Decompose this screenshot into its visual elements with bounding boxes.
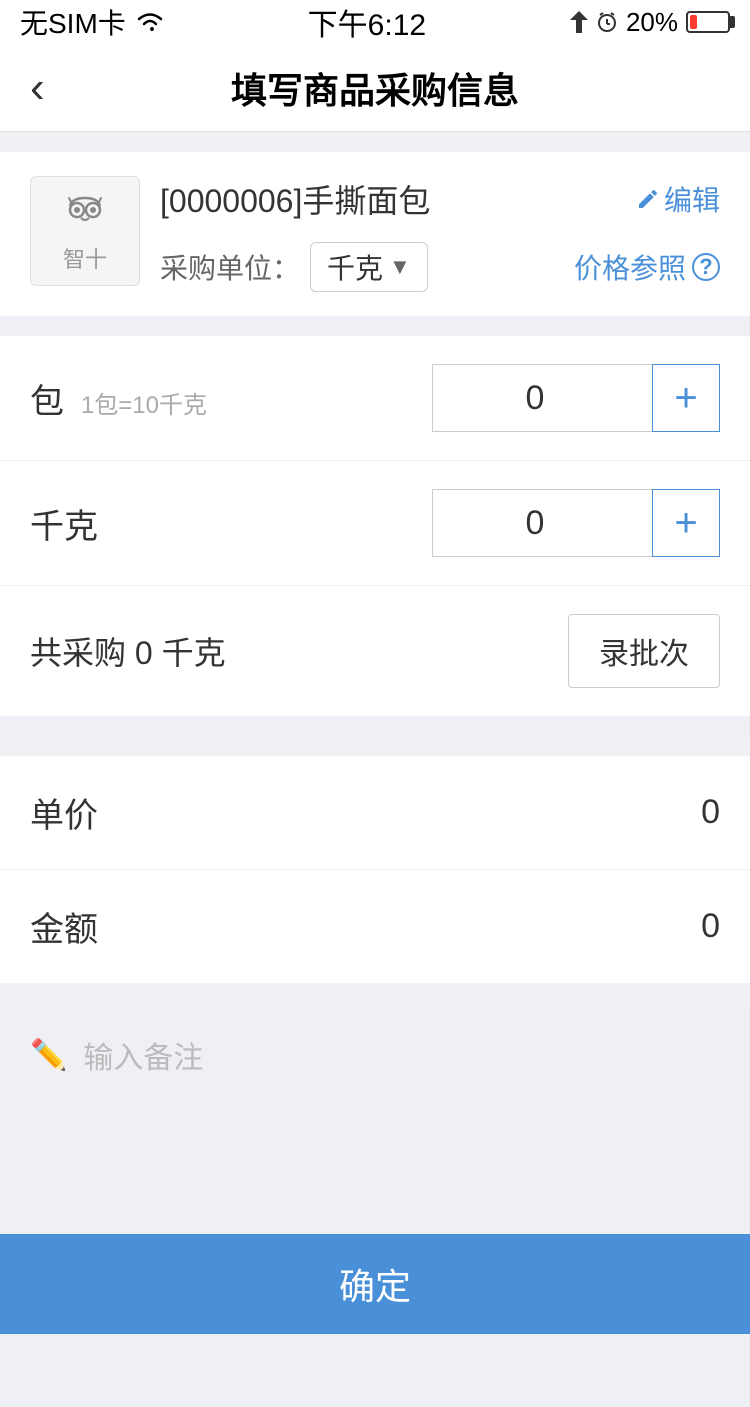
unit-price-row: 单价 0	[0, 756, 750, 870]
record-batch-button[interactable]: 录批次	[568, 614, 720, 688]
nav-bar: ‹ 填写商品采购信息	[0, 44, 750, 132]
thumb-brand: 智十	[63, 242, 107, 274]
unit-label: 采购单位：	[160, 247, 300, 287]
content: 智十 [0000006]手撕面包 编辑 采购单位： 千克 ▼	[0, 152, 750, 1407]
product-unit-row: 采购单位： 千克 ▼ 价格参照 ?	[160, 242, 720, 292]
status-left: 无SIM卡	[20, 2, 164, 42]
summary-text: 共采购 0 千克	[30, 628, 226, 674]
help-icon: ?	[692, 253, 720, 281]
owl-logo	[60, 188, 110, 238]
price-reference-button[interactable]: 价格参照 ?	[574, 247, 720, 287]
unit-select-button[interactable]: 千克 ▼	[310, 242, 428, 292]
page-title: 填写商品采购信息	[231, 62, 519, 114]
input-section: 包 1包=10千克 + 千克 +	[0, 336, 750, 586]
amount-row: 金额 0	[0, 870, 750, 983]
product-info: [0000006]手撕面包 编辑 采购单位： 千克 ▼ 价格	[160, 176, 720, 292]
dropdown-arrow-icon: ▼	[389, 254, 411, 280]
bag-sublabel: 1包=10千克	[81, 392, 207, 419]
edit-button[interactable]: 编辑	[636, 179, 720, 219]
kg-label: 千克	[30, 499, 98, 548]
product-thumbnail: 智十	[30, 176, 140, 286]
bag-plus-button[interactable]: +	[652, 364, 720, 432]
location-icon	[570, 11, 588, 33]
status-bar: 无SIM卡 下午6:12 20%	[0, 0, 750, 44]
alarm-icon	[596, 11, 618, 33]
amount-label: 金额	[30, 902, 98, 951]
confirm-label: 确定	[339, 1258, 411, 1310]
kg-quantity-input[interactable]	[432, 489, 652, 557]
kg-plus-button[interactable]: +	[652, 489, 720, 557]
battery-icon	[686, 11, 730, 33]
bag-input-row: 包 1包=10千克 +	[0, 336, 750, 461]
back-button[interactable]: ‹	[30, 66, 45, 110]
bag-input-control: +	[432, 364, 720, 432]
kg-input-row: 千克 +	[0, 461, 750, 586]
pencil-icon: ✏️	[30, 1038, 67, 1073]
price-section: 单价 0 金额 0	[0, 756, 750, 983]
bag-quantity-input[interactable]	[432, 364, 652, 432]
product-name: [0000006]手撕面包	[160, 176, 430, 222]
unit-price-value: 0	[701, 793, 720, 832]
summary-quantity: 0	[126, 635, 162, 671]
signal-label: 无SIM卡	[20, 2, 126, 42]
summary-row: 共采购 0 千克 录批次	[0, 586, 750, 716]
kg-input-control: +	[432, 489, 720, 557]
status-right: 20%	[570, 7, 730, 38]
notes-section[interactable]: ✏️ 输入备注	[0, 1003, 750, 1107]
edit-icon	[636, 187, 660, 211]
wifi-icon	[136, 11, 164, 33]
status-time: 下午6:12	[308, 0, 426, 44]
confirm-button[interactable]: 确定	[0, 1234, 750, 1334]
battery-percent: 20%	[626, 7, 678, 38]
summary-unit: 千克	[162, 635, 226, 671]
amount-value: 0	[701, 907, 720, 946]
product-name-row: [0000006]手撕面包 编辑	[160, 176, 720, 222]
product-card: 智十 [0000006]手撕面包 编辑 采购单位： 千克 ▼	[0, 152, 750, 316]
unit-selector: 采购单位： 千克 ▼	[160, 242, 428, 292]
section-divider-1	[0, 316, 750, 336]
section-divider-2	[0, 716, 750, 736]
bag-label-group: 包 1包=10千克	[30, 374, 207, 423]
unit-price-label: 单价	[30, 788, 98, 837]
bag-label: 包	[30, 383, 64, 421]
notes-placeholder: 输入备注	[83, 1033, 203, 1077]
